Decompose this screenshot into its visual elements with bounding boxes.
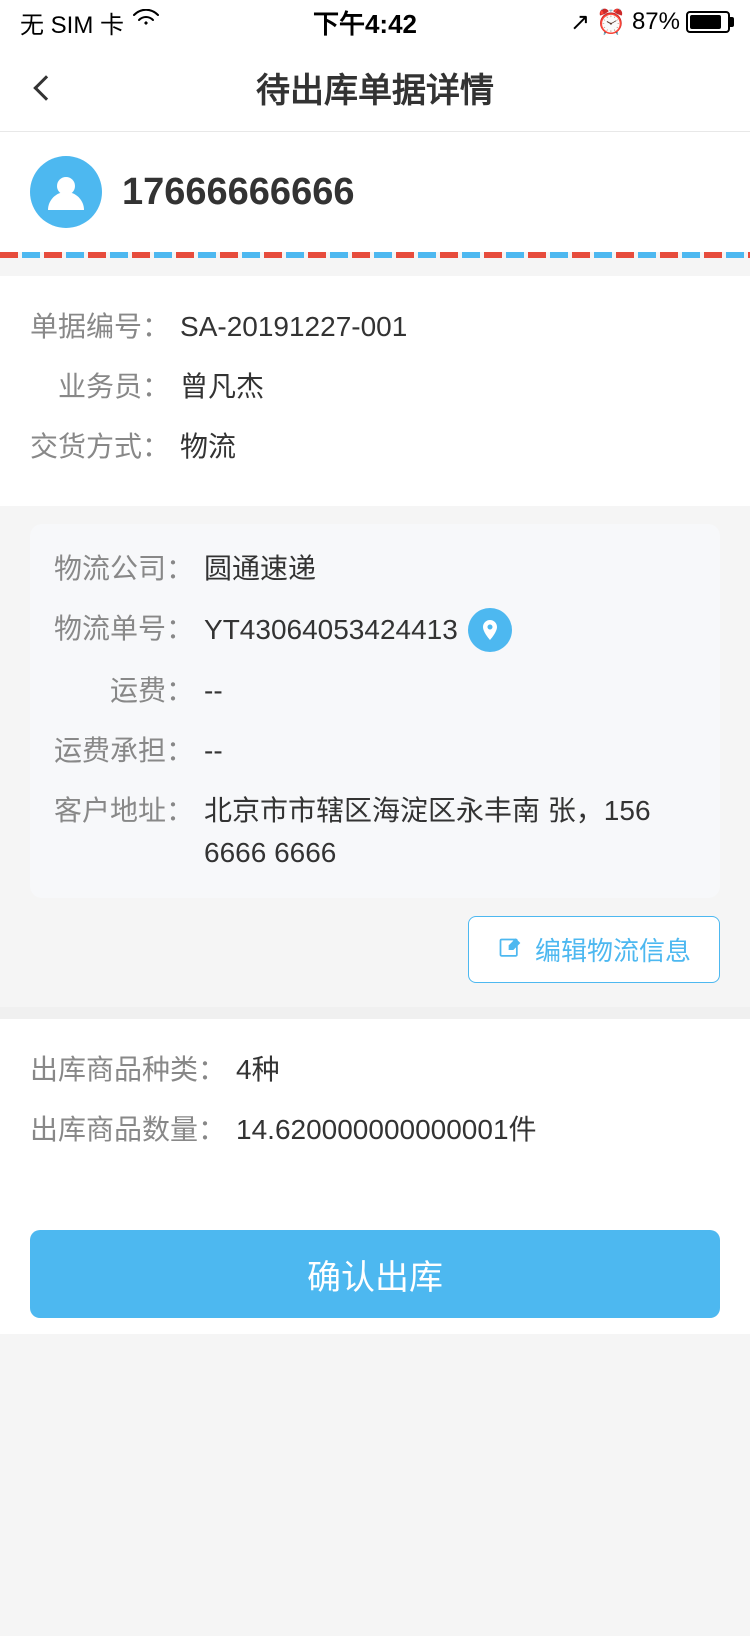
status-right: ↗ ⏰ 87% — [570, 8, 730, 37]
nav-bar: 待出库单据详情 — [0, 44, 750, 132]
address-row: 客户地址： 北京市市辖区海淀区永丰南 张，156 6666 6666 — [54, 790, 696, 874]
product-section: 出库商品种类： 4种 出库商品数量： 14.620000000000001件 — [0, 1019, 750, 1199]
logistics-card: 物流公司： 圆通速递 物流单号： YT43064053424413 运费： --… — [30, 524, 720, 898]
address-value: 北京市市辖区海淀区永丰南 张，156 6666 6666 — [204, 790, 696, 874]
tracking-no-row: 物流单号： YT43064053424413 — [54, 608, 696, 652]
back-button[interactable] — [24, 66, 68, 110]
sales-person-value: 曾凡杰 — [180, 366, 720, 408]
order-no-row: 单据编号： SA-20191227-001 — [30, 306, 720, 348]
tracking-no-label: 物流单号： — [54, 608, 194, 650]
logistics-company-label: 物流公司： — [54, 548, 194, 590]
status-left: 无 SIM 卡 — [20, 5, 160, 40]
product-quantity-row: 出库商品数量： 14.620000000000001件 — [30, 1109, 720, 1151]
user-icon — [44, 170, 88, 214]
spacer — [0, 1306, 750, 1506]
sales-person-label: 业务员： — [30, 366, 170, 408]
edit-logistics-button[interactable]: 编辑物流信息 — [468, 916, 720, 983]
sales-person-row: 业务员： 曾凡杰 — [30, 366, 720, 408]
edit-logistics-label: 编辑物流信息 — [535, 931, 691, 968]
location-button[interactable] — [468, 608, 512, 652]
tracking-no-value: YT43064053424413 — [204, 608, 696, 652]
edit-icon — [497, 936, 525, 964]
dashed-divider — [0, 252, 750, 258]
page-title: 待出库单据详情 — [256, 63, 494, 112]
confirm-outbound-button[interactable]: 确认出库 — [30, 1230, 720, 1318]
freight-row: 运费： -- — [54, 670, 696, 712]
battery-text: 87% — [632, 8, 680, 36]
edit-logistics-section: 编辑物流信息 — [0, 916, 750, 1007]
map-pin-icon — [478, 618, 502, 642]
user-phone: 17666666666 — [122, 171, 354, 214]
address-label: 客户地址： — [54, 790, 194, 832]
freight-bearer-value: -- — [204, 730, 696, 772]
logistics-company-value: 圆通速递 — [204, 548, 696, 590]
product-types-row: 出库商品种类： 4种 — [30, 1049, 720, 1091]
carrier-text: 无 SIM 卡 — [20, 5, 124, 40]
back-arrow-icon — [33, 75, 58, 100]
avatar — [30, 156, 102, 228]
order-no-label: 单据编号： — [30, 306, 170, 348]
product-quantity-value: 14.620000000000001件 — [236, 1109, 720, 1151]
delivery-method-row: 交货方式： 物流 — [30, 426, 720, 468]
freight-bearer-row: 运费承担： -- — [54, 730, 696, 772]
product-quantity-label: 出库商品数量： — [30, 1109, 226, 1151]
product-types-label: 出库商品种类： — [30, 1049, 226, 1091]
alarm-icon: ⏰ — [596, 8, 626, 37]
bottom-bar: 确认出库 — [0, 1214, 750, 1334]
status-time: 下午4:42 — [313, 4, 417, 41]
delivery-method-label: 交货方式： — [30, 426, 170, 468]
wifi-icon — [132, 8, 160, 36]
confirm-outbound-label: 确认出库 — [307, 1250, 443, 1299]
status-bar: 无 SIM 卡 下午4:42 ↗ ⏰ 87% — [0, 0, 750, 44]
freight-value: -- — [204, 670, 696, 712]
delivery-method-value: 物流 — [180, 426, 720, 468]
battery-icon — [686, 11, 730, 33]
order-info-section: 单据编号： SA-20191227-001 业务员： 曾凡杰 交货方式： 物流 — [0, 276, 750, 506]
product-types-value: 4种 — [236, 1049, 720, 1091]
location-icon: ↗ — [570, 8, 590, 37]
order-no-value: SA-20191227-001 — [180, 306, 720, 348]
logistics-company-row: 物流公司： 圆通速递 — [54, 548, 696, 590]
freight-bearer-label: 运费承担： — [54, 730, 194, 772]
section-divider — [0, 1007, 750, 1019]
freight-label: 运费： — [54, 670, 194, 712]
user-section: 17666666666 — [0, 132, 750, 252]
